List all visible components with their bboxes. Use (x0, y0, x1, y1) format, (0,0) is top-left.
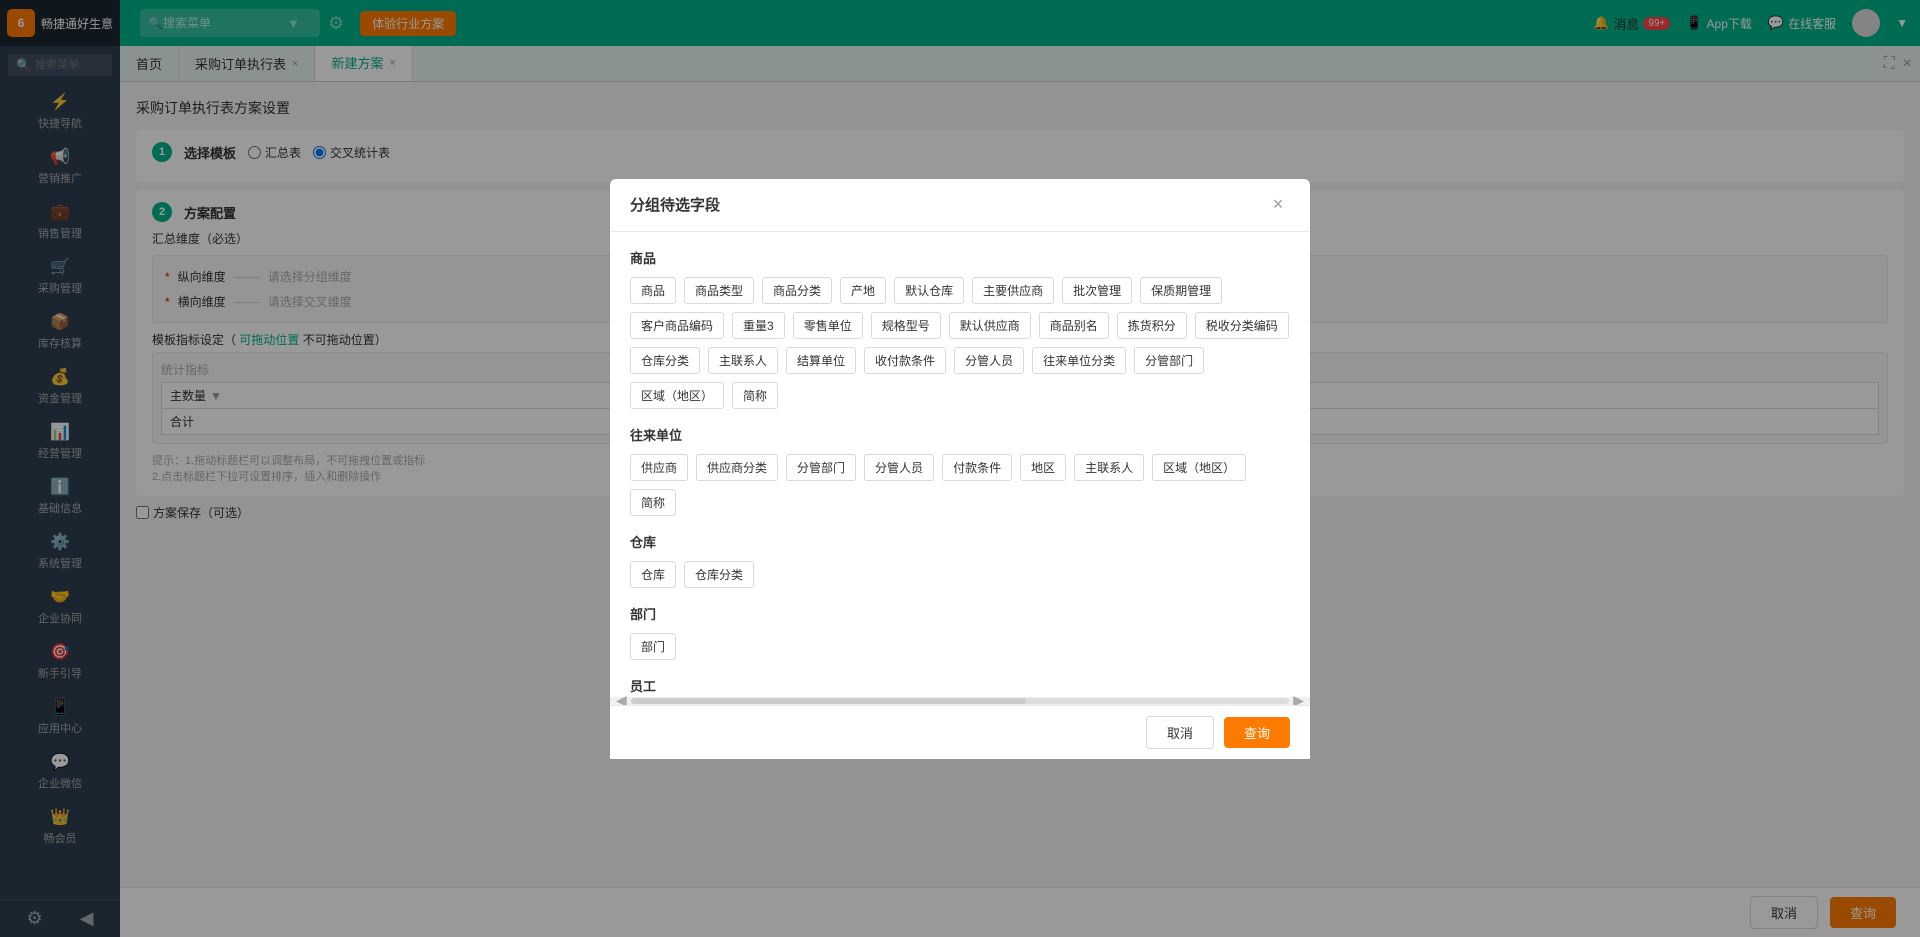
field-tag-goods-11[interactable]: 规格型号 (871, 312, 941, 339)
field-tag-dept-0[interactable]: 部门 (630, 633, 676, 660)
field-tag-goods-24[interactable]: 简称 (732, 382, 778, 409)
field-tag-goods-10[interactable]: 零售单位 (793, 312, 863, 339)
field-tag-goods-21[interactable]: 往来单位分类 (1032, 347, 1126, 374)
modal-close-btn[interactable]: × (1266, 193, 1290, 217)
goods-title: 商品 (630, 248, 1290, 267)
field-tag-goods-4[interactable]: 默认仓库 (894, 277, 964, 304)
partner-title: 往来单位 (630, 425, 1290, 444)
field-tag-goods-5[interactable]: 主要供应商 (972, 277, 1054, 304)
field-tag-goods-14[interactable]: 拣货积分 (1117, 312, 1187, 339)
modal-cancel-btn[interactable]: 取消 (1146, 716, 1214, 749)
field-group-employee: 员工 业务员 (630, 676, 1290, 697)
employee-title: 员工 (630, 676, 1290, 695)
field-tag-partner-6[interactable]: 主联系人 (1074, 454, 1144, 481)
field-tag-warehouse-0[interactable]: 仓库 (630, 561, 676, 588)
field-tag-goods-3[interactable]: 产地 (840, 277, 886, 304)
department-tags: 部门 (630, 633, 1290, 660)
field-group-warehouse: 仓库 仓库 仓库分类 (630, 532, 1290, 588)
field-tag-partner-2[interactable]: 分管部门 (786, 454, 856, 481)
field-select-modal: 分组待选字段 × 商品 商品 商品类型 商品分类 产地 默认仓库 主要供应商 批… (610, 179, 1310, 759)
field-tag-goods-13[interactable]: 商品别名 (1039, 312, 1109, 339)
modal-header: 分组待选字段 × (610, 179, 1310, 232)
warehouse-tags: 仓库 仓库分类 (630, 561, 1290, 588)
field-tag-goods-15[interactable]: 税收分类编码 (1195, 312, 1289, 339)
field-tag-goods-12[interactable]: 默认供应商 (949, 312, 1031, 339)
field-tag-goods-18[interactable]: 结算单位 (786, 347, 856, 374)
partner-tags: 供应商 供应商分类 分管部门 分管人员 付款条件 地区 主联系人 区域（地区） … (630, 454, 1290, 516)
field-tag-goods-9[interactable]: 重量3 (732, 312, 785, 339)
field-tag-goods-17[interactable]: 主联系人 (708, 347, 778, 374)
field-tag-partner-5[interactable]: 地区 (1020, 454, 1066, 481)
modal-body: 商品 商品 商品类型 商品分类 产地 默认仓库 主要供应商 批次管理 保质期管理… (610, 232, 1310, 697)
hscroll-thumb[interactable] (631, 698, 1026, 704)
goods-tags: 商品 商品类型 商品分类 产地 默认仓库 主要供应商 批次管理 保质期管理 客户… (630, 277, 1290, 409)
field-tag-partner-0[interactable]: 供应商 (630, 454, 688, 481)
modal-horizontal-scrollbar[interactable]: ◀ ▶ (610, 697, 1310, 705)
field-tag-partner-8[interactable]: 简称 (630, 489, 676, 516)
field-tag-partner-3[interactable]: 分管人员 (864, 454, 934, 481)
field-tag-goods-1[interactable]: 商品类型 (684, 277, 754, 304)
field-tag-goods-20[interactable]: 分管人员 (954, 347, 1024, 374)
modal-footer: 取消 查询 (610, 705, 1310, 759)
field-group-partner: 往来单位 供应商 供应商分类 分管部门 分管人员 付款条件 地区 主联系人 区域… (630, 425, 1290, 516)
field-tag-partner-7[interactable]: 区域（地区） (1152, 454, 1246, 481)
field-tag-warehouse-1[interactable]: 仓库分类 (684, 561, 754, 588)
field-tag-goods-7[interactable]: 保质期管理 (1140, 277, 1222, 304)
hscroll-track (631, 698, 1289, 704)
field-tag-partner-4[interactable]: 付款条件 (942, 454, 1012, 481)
department-title: 部门 (630, 604, 1290, 623)
field-tag-partner-1[interactable]: 供应商分类 (696, 454, 778, 481)
field-tag-goods-6[interactable]: 批次管理 (1062, 277, 1132, 304)
field-tag-goods-0[interactable]: 商品 (630, 277, 676, 304)
field-group-goods: 商品 商品 商品类型 商品分类 产地 默认仓库 主要供应商 批次管理 保质期管理… (630, 248, 1290, 409)
field-tag-goods-16[interactable]: 仓库分类 (630, 347, 700, 374)
field-tag-goods-23[interactable]: 区域（地区） (630, 382, 724, 409)
modal-overlay: 分组待选字段 × 商品 商品 商品类型 商品分类 产地 默认仓库 主要供应商 批… (0, 0, 1920, 937)
field-tag-goods-22[interactable]: 分管部门 (1134, 347, 1204, 374)
field-tag-goods-19[interactable]: 收付款条件 (864, 347, 946, 374)
field-group-department: 部门 部门 (630, 604, 1290, 660)
field-tag-goods-2[interactable]: 商品分类 (762, 277, 832, 304)
field-tag-goods-8[interactable]: 客户商品编码 (630, 312, 724, 339)
modal-title: 分组待选字段 (630, 194, 720, 215)
warehouse-title: 仓库 (630, 532, 1290, 551)
modal-confirm-btn[interactable]: 查询 (1224, 717, 1290, 748)
